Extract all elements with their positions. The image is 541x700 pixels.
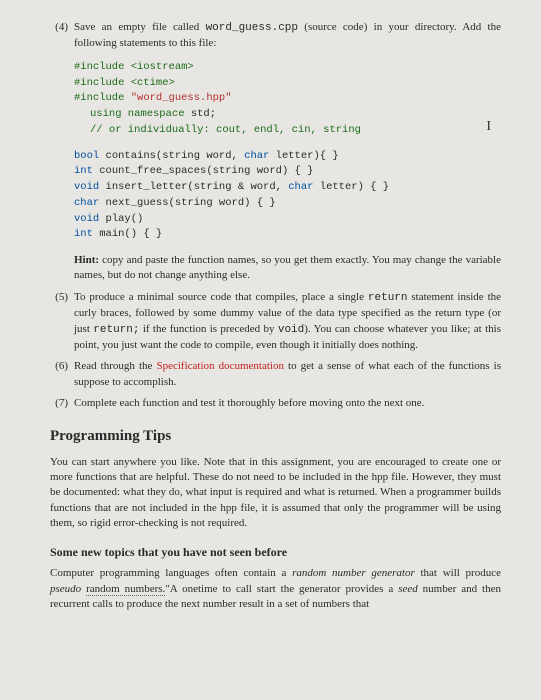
item-body: Complete each function and test it thoro…: [74, 396, 501, 411]
code: char: [74, 197, 106, 209]
code: void: [74, 213, 106, 225]
code: main() { }: [99, 228, 162, 240]
hint-body: Hint: copy and paste the function names,…: [74, 253, 501, 284]
code: #include <ctime>: [74, 77, 175, 89]
item-number: (5): [50, 290, 74, 354]
code: #include: [74, 92, 131, 104]
keyword: return;: [93, 324, 139, 336]
list-item-4: (4) Save an empty file called word_guess…: [50, 20, 501, 52]
code: letter){ }: [276, 150, 339, 162]
heading-new-topics: Some new topics that you have not seen b…: [50, 544, 501, 561]
item-number: (6): [50, 359, 74, 390]
text: Computer programming languages often con…: [50, 567, 292, 579]
tips-paragraph: You can start anywhere you like. Note th…: [50, 455, 501, 532]
heading-programming-tips: Programming Tips: [50, 426, 501, 447]
item-body: To produce a minimal source code that co…: [74, 290, 501, 354]
text: Save an empty file called: [74, 21, 206, 33]
text: "A onetime to call start the generator p…: [165, 583, 398, 595]
code: "word_guess.hpp": [131, 92, 232, 104]
item-number: (7): [50, 396, 74, 411]
text: if the function is preceded by: [139, 323, 277, 335]
code: play(): [106, 213, 144, 225]
keyword: void: [278, 324, 304, 336]
em: seed: [398, 583, 418, 595]
code: std;: [191, 108, 216, 120]
code: char: [244, 150, 276, 162]
hint-text: copy and paste the function names, so yo…: [74, 254, 501, 281]
em: random number generator: [292, 567, 415, 579]
keyword: return: [368, 292, 408, 304]
code-block: I #include <iostream> #include <ctime> #…: [74, 60, 501, 243]
text: To produce a minimal source code that co…: [74, 291, 368, 303]
list-item-7: (7) Complete each function and test it t…: [50, 396, 501, 411]
code: count_free_spaces(string word) { }: [99, 165, 313, 177]
text-cursor-icon: I: [486, 116, 491, 137]
code: int: [74, 228, 99, 240]
code: void: [74, 181, 106, 193]
code: bool: [74, 150, 106, 162]
topics-paragraph: Computer programming languages often con…: [50, 566, 501, 612]
item-body: Read through the Specification documenta…: [74, 359, 501, 390]
code: next_guess(string word) { }: [106, 197, 276, 209]
hint-label: Hint:: [74, 254, 99, 266]
list-item-6: (6) Read through the Specification docum…: [50, 359, 501, 390]
code: insert_letter(string & word,: [106, 181, 289, 193]
list-item-5: (5) To produce a minimal source code tha…: [50, 290, 501, 354]
text: Read through the: [74, 360, 156, 372]
item-body: Save an empty file called word_guess.cpp…: [74, 20, 501, 52]
code: contains(string word,: [106, 150, 245, 162]
hint-block: Hint: copy and paste the function names,…: [50, 253, 501, 284]
code: // or individually: cout, endl, cin, str…: [90, 124, 361, 136]
code: using namespace: [90, 108, 191, 120]
em: pseudo: [50, 583, 81, 595]
filename: word_guess.cpp: [206, 22, 298, 34]
text: that will produce: [415, 567, 501, 579]
item-number: (4): [50, 20, 74, 52]
spec-doc-link[interactable]: Specification documentation: [156, 360, 283, 372]
code: #include <iostream>: [74, 61, 194, 73]
underlined: random numbers.: [86, 583, 165, 596]
code: letter) { }: [320, 181, 389, 193]
code: char: [288, 181, 320, 193]
code: int: [74, 165, 99, 177]
